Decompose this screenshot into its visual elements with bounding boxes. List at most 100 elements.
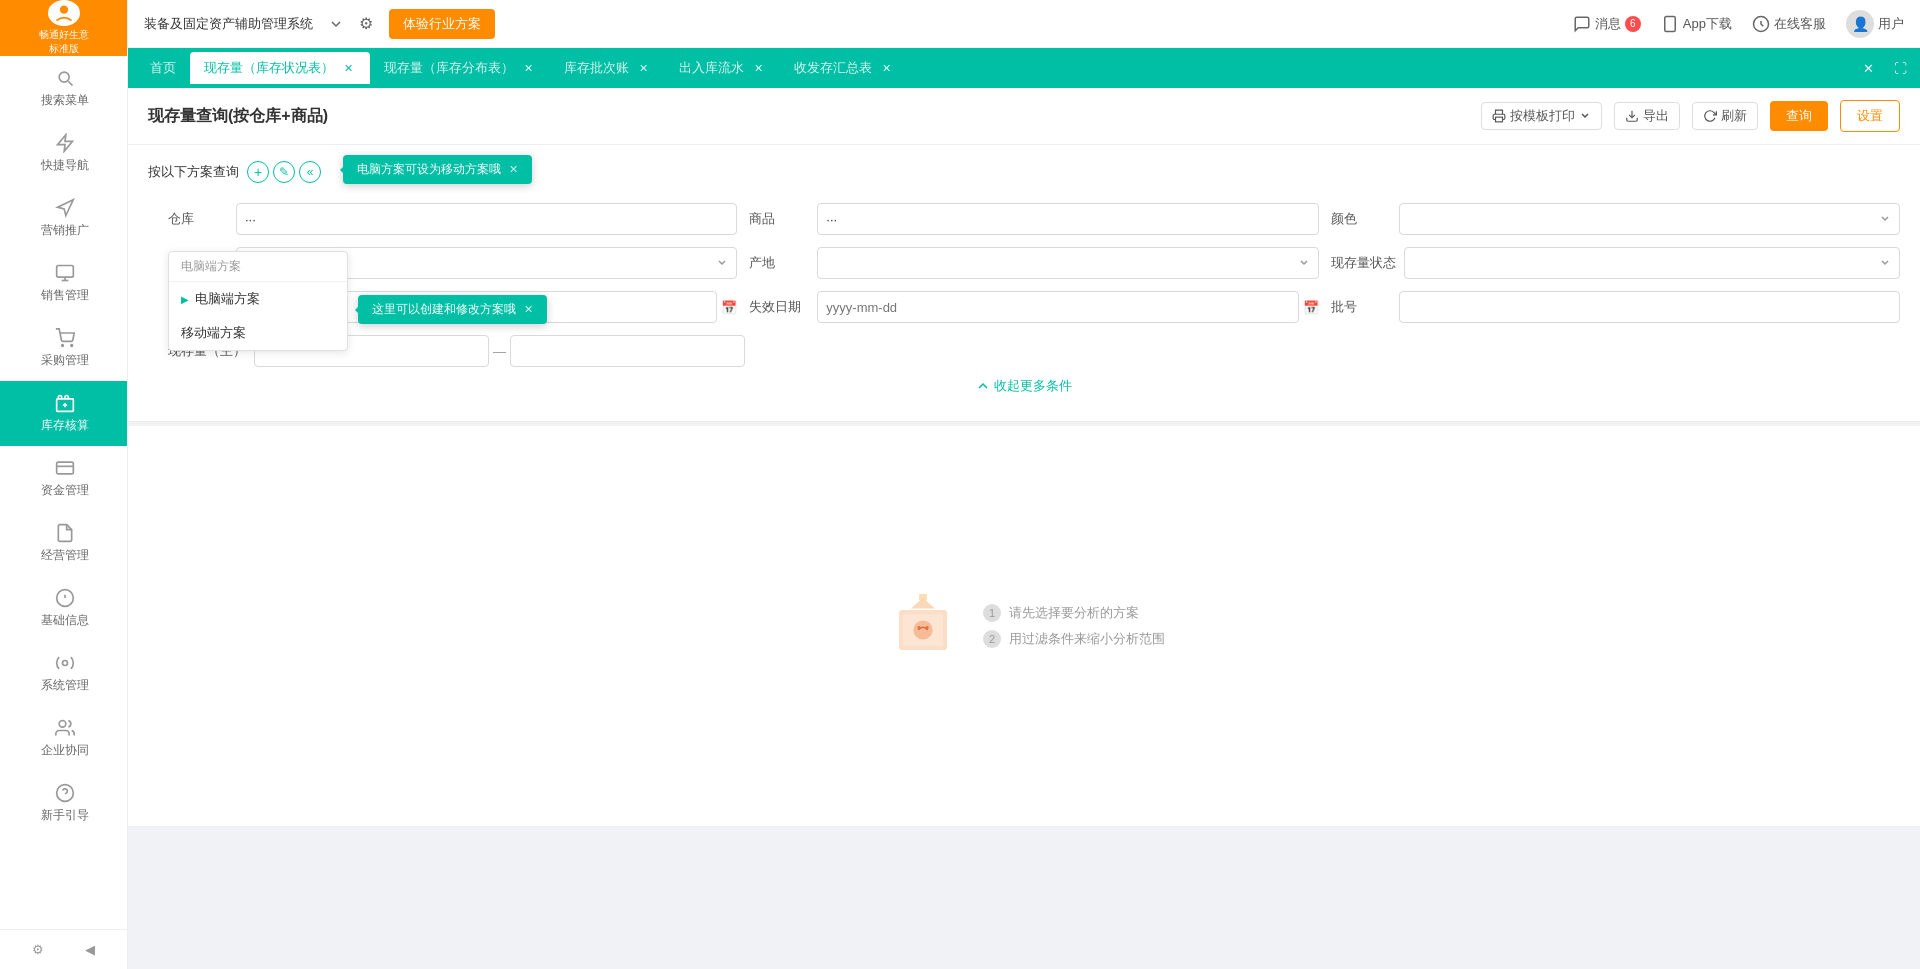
settings-button[interactable]: 设置 — [1840, 100, 1900, 132]
refresh-label: 刷新 — [1721, 107, 1747, 125]
tip-num-2: 2 — [983, 630, 1001, 648]
collapse-icon — [976, 379, 990, 393]
add-scheme-button[interactable]: + — [247, 161, 269, 183]
filter-tooltip-1: 电脑方案可设为移动方案哦 ✕ — [343, 155, 532, 184]
sidebar-item-search[interactable]: 搜索菜单 — [0, 56, 127, 121]
user-group[interactable]: 👤 用户 — [1846, 10, 1904, 38]
dropdown-icon[interactable] — [329, 17, 343, 31]
scheme-item-desktop[interactable]: ▶ 电脑端方案 — [169, 282, 347, 316]
back-scheme-button[interactable]: « — [299, 161, 321, 183]
user-label: 用户 — [1878, 15, 1904, 33]
sidebar-item-inventory[interactable]: 库存核算 — [0, 381, 127, 446]
edit-scheme-button[interactable]: ✎ — [273, 161, 295, 183]
batch-input[interactable] — [1399, 291, 1900, 323]
tooltip-text: 这里可以创建和修改方案哦 — [372, 301, 516, 318]
sidebar-item-sales[interactable]: 销售管理 — [0, 251, 127, 316]
content-area: 现存量查询(按仓库+商品) 按模板打印 导出 刷新 查询 设置 — [128, 88, 1920, 969]
tab-batch-ledger[interactable]: 库存批次账 ✕ — [550, 52, 665, 84]
sidebar-label: 库存核算 — [41, 417, 89, 434]
phone-icon — [1661, 15, 1679, 33]
print-button[interactable]: 按模板打印 — [1481, 102, 1602, 130]
sidebar-item-finance[interactable]: 资金管理 — [0, 446, 127, 511]
scheme-item-label: 电脑端方案 — [195, 290, 260, 308]
messages-group[interactable]: 消息 6 — [1573, 15, 1641, 33]
svg-point-30 — [925, 626, 928, 629]
tab-label: 库存批次账 — [564, 59, 629, 77]
color-label: 颜色 — [1331, 210, 1391, 228]
color-select[interactable] — [1399, 203, 1900, 235]
sidebar-label: 资金管理 — [41, 482, 89, 499]
sidebar-item-purchase[interactable]: 采购管理 — [0, 316, 127, 381]
expiry-date-input[interactable] — [817, 291, 1298, 323]
warehouse-select[interactable]: ··· — [236, 203, 737, 235]
main-content: 装备及固定资产辅助管理系统 ⚙ 体验行业方案 消息 6 App下载 在线客服 👤… — [128, 0, 1920, 969]
search-button[interactable]: 查询 — [1770, 101, 1828, 131]
sidebar-item-marketing[interactable]: 营销推广 — [0, 186, 127, 251]
scheme-tooltip-2: 这里可以创建和修改方案哦 ✕ — [358, 295, 547, 324]
filter-row-4: 现存量（主） — — [168, 335, 1900, 367]
filter-row-2: 尺码 产地 现存量状态 — [168, 247, 1900, 279]
sidebar-item-system[interactable]: 系统管理 — [0, 641, 127, 706]
filter-rows: 仓库 ··· 商品 ··· 颜色 — [168, 203, 1900, 367]
size-dropdown-icon — [716, 257, 728, 269]
print-dropdown-icon — [1579, 110, 1591, 122]
collapse-conditions[interactable]: 收起更多条件 — [148, 367, 1900, 405]
stock-status-select[interactable] — [1404, 247, 1900, 279]
svg-rect-24 — [1496, 117, 1503, 122]
sidebar-label: 企业协同 — [41, 742, 89, 759]
expiry-date-calendar-icon[interactable]: 📅 — [1303, 300, 1319, 315]
tab-home[interactable]: 首页 — [136, 52, 190, 84]
sidebar-item-operations[interactable]: 经营管理 — [0, 511, 127, 576]
scheme-item-mobile[interactable]: 移动端方案 — [169, 316, 347, 350]
tab-label: 收发存汇总表 — [794, 59, 872, 77]
svg-point-29 — [917, 626, 920, 629]
tab-inventory-status[interactable]: 现存量（库存状况表） ✕ — [190, 52, 370, 84]
filter-expiry-date: 失效日期 📅 — [749, 291, 1318, 323]
sidebar-item-enterprise[interactable]: 企业协同 — [0, 706, 127, 771]
sidebar-label: 销售管理 — [41, 287, 89, 304]
origin-select[interactable] — [817, 247, 1318, 279]
empty-tips: 1 请先选择要分析的方案 2 用过滤条件来缩小分析范围 — [983, 604, 1165, 648]
filter-row-1: 仓库 ··· 商品 ··· 颜色 — [168, 203, 1900, 235]
tab-close-icon[interactable]: ✕ — [878, 60, 894, 76]
user-avatar: 👤 — [1846, 10, 1874, 38]
data-area: 1 请先选择要分析的方案 2 用过滤条件来缩小分析范围 — [128, 426, 1920, 826]
stock-qty-to[interactable] — [510, 335, 745, 367]
warehouse-label: 仓库 — [168, 210, 228, 228]
tab-close-icon[interactable]: ✕ — [520, 60, 536, 76]
headset-icon — [1752, 15, 1770, 33]
print-icon — [1492, 109, 1506, 123]
settings-icon[interactable]: ⚙ — [32, 942, 44, 957]
tab-inventory-dist[interactable]: 现存量（库存分布表） ✕ — [370, 52, 550, 84]
tooltip-close-icon[interactable]: ✕ — [509, 163, 518, 176]
tab-close-icon[interactable]: ✕ — [750, 60, 766, 76]
app-download-group[interactable]: App下载 — [1661, 15, 1732, 33]
online-support-group[interactable]: 在线客服 — [1752, 15, 1826, 33]
tab-bar: 首页 现存量（库存状况表） ✕ 现存量（库存分布表） ✕ 库存批次账 ✕ 出入库… — [128, 48, 1920, 88]
collapse-icon[interactable]: ◀ — [85, 942, 95, 957]
tab-in-out-flow[interactable]: 出入库流水 ✕ — [665, 52, 780, 84]
tab-fullscreen-icon[interactable]: ⛶ — [1888, 56, 1912, 80]
settings-gear-icon[interactable]: ⚙ — [359, 14, 373, 33]
export-button[interactable]: 导出 — [1614, 102, 1680, 130]
production-date-calendar-icon[interactable]: 📅 — [721, 300, 737, 315]
tab-close-icon[interactable]: ✕ — [340, 60, 356, 76]
refresh-button[interactable]: 刷新 — [1692, 102, 1758, 130]
tooltip-close-icon[interactable]: ✕ — [524, 303, 533, 316]
tab-close-icon[interactable]: ✕ — [635, 60, 651, 76]
logo-icon — [48, 0, 80, 26]
goods-dots: ··· — [826, 212, 837, 227]
app-logo: 畅通好生意 标准版 — [0, 0, 127, 56]
svg-point-18 — [59, 721, 66, 728]
stock-status-dropdown-icon — [1879, 257, 1891, 269]
tab-close-all-icon[interactable]: ✕ — [1856, 56, 1880, 80]
sidebar-item-basic-info[interactable]: 基础信息 — [0, 576, 127, 641]
scheme-triangle-icon: ▶ — [181, 294, 189, 305]
sidebar-item-quicknav[interactable]: 快捷导航 — [0, 121, 127, 186]
batch-label: 批号 — [1331, 298, 1391, 316]
logo-sub: 标准版 — [49, 42, 79, 56]
tab-summary[interactable]: 收发存汇总表 ✕ — [780, 52, 908, 84]
goods-select[interactable]: ··· — [817, 203, 1318, 235]
sidebar-item-guide[interactable]: 新手引导 — [0, 771, 127, 836]
trial-button[interactable]: 体验行业方案 — [389, 9, 495, 39]
